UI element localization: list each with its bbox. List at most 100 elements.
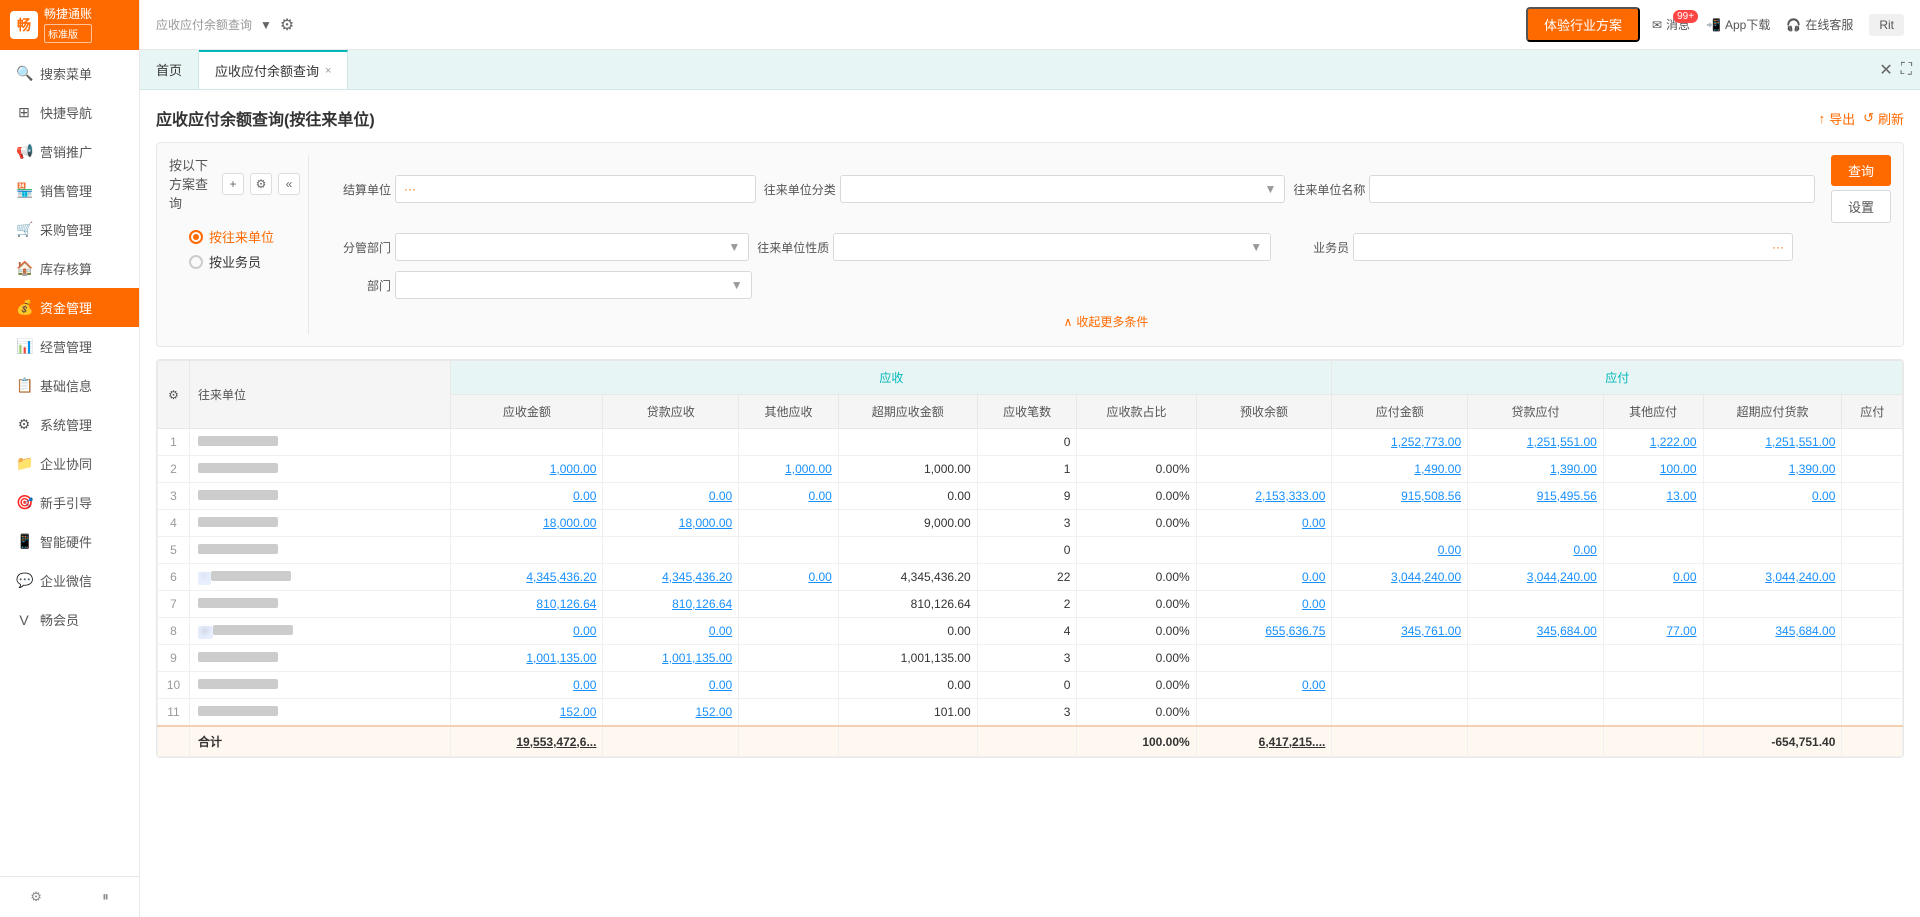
add-scheme-btn[interactable]: + <box>222 173 244 195</box>
table-cell[interactable]: 1,252,773.00 <box>1332 429 1468 456</box>
table-cell[interactable]: 1,001,135.00 <box>451 645 603 672</box>
table-cell[interactable]: 18,000.00 <box>603 510 739 537</box>
collapse-more-btn[interactable]: ∧ 收起更多条件 <box>321 309 1891 334</box>
table-cell[interactable]: 0.00 <box>451 618 603 645</box>
table-cell[interactable]: 0.00 <box>603 483 739 510</box>
footer-ar-total[interactable]: 19,553,472,6... <box>451 726 603 757</box>
scheme-item-salesperson[interactable]: 按业务员 <box>189 249 300 274</box>
message-button[interactable]: ✉ 消息 99+ <box>1652 16 1690 33</box>
table-cell[interactable]: 655,636.75 <box>1196 618 1332 645</box>
refresh-button[interactable]: ↺ 刷新 <box>1863 109 1904 128</box>
table-cell[interactable]: 3,044,240.00 <box>1703 564 1842 591</box>
sidebar-item-search[interactable]: 🔍 搜索菜单 <box>0 54 139 93</box>
header-settings-icon[interactable]: ⚙ <box>280 15 294 35</box>
tab-expand-btn[interactable]: ⛶ <box>1901 61 1912 79</box>
table-cell[interactable]: 1,001,135.00 <box>603 645 739 672</box>
sidebar-item-finance[interactable]: 💰 资金管理 <box>0 288 139 327</box>
table-cell[interactable]: 100.00 <box>1603 456 1703 483</box>
table-cell[interactable]: 0.00 <box>1332 537 1468 564</box>
table-cell[interactable]: 152.00 <box>451 699 603 727</box>
table-cell[interactable]: 0.00 <box>739 483 839 510</box>
table-cell[interactable]: 345,684.00 <box>1468 618 1604 645</box>
footer-prepay[interactable]: 6,417,215.... <box>1196 726 1332 757</box>
table-cell[interactable]: 77.00 <box>1603 618 1703 645</box>
partner-name-input[interactable] <box>1369 175 1815 203</box>
sidebar-item-basic-info[interactable]: 📋 基础信息 <box>0 366 139 405</box>
table-cell[interactable]: 1,390.00 <box>1468 456 1604 483</box>
table-cell[interactable]: 0.00 <box>739 564 839 591</box>
table-cell[interactable]: 3,044,240.00 <box>1468 564 1604 591</box>
table-cell[interactable]: 345,684.00 <box>1703 618 1842 645</box>
sidebar-item-inventory[interactable]: 🏠 库存核算 <box>0 249 139 288</box>
table-cell[interactable]: 1,000.00 <box>739 456 839 483</box>
table-cell[interactable]: 345,761.00 <box>1332 618 1468 645</box>
table-cell[interactable]: 0.00 <box>1196 510 1332 537</box>
table-cell[interactable]: 1,222.00 <box>1603 429 1703 456</box>
table-cell[interactable]: 2,153,333.00 <box>1196 483 1332 510</box>
sidebar-item-hardware[interactable]: 📱 智能硬件 <box>0 522 139 561</box>
partner-category-input[interactable]: ▼ <box>840 175 1286 203</box>
scheme-item-partner[interactable]: 按往来单位 <box>189 224 300 249</box>
sidebar-item-sales[interactable]: 🏪 销售管理 <box>0 171 139 210</box>
table-cell[interactable]: 0.00 <box>451 483 603 510</box>
promo-button[interactable]: 体验行业方案 <box>1526 7 1640 42</box>
settlement-unit-input[interactable]: ··· <box>395 175 756 203</box>
tab-close-window-btn[interactable]: ✕ <box>1879 60 1892 80</box>
collapse-scheme-btn[interactable]: « <box>278 173 300 195</box>
table-cell[interactable]: 0.00 <box>603 618 739 645</box>
table-cell[interactable]: 1,251,551.00 <box>1703 429 1842 456</box>
sidebar-item-wechat[interactable]: 💬 企业微信 <box>0 561 139 600</box>
table-cell <box>1603 510 1703 537</box>
table-cell[interactable]: 4,345,436.20 <box>603 564 739 591</box>
table-cell[interactable]: 0.00 <box>1196 672 1332 699</box>
table-cell[interactable]: 13.00 <box>1603 483 1703 510</box>
sidebar-item-collab[interactable]: 📁 企业协同 <box>0 444 139 483</box>
table-cell[interactable]: 915,495.56 <box>1468 483 1604 510</box>
table-cell <box>1077 429 1196 456</box>
table-cell[interactable]: 4,345,436.20 <box>451 564 603 591</box>
sidebar-item-marketing[interactable]: 📢 营销推广 <box>0 132 139 171</box>
table-cell <box>1468 510 1604 537</box>
tab-close-btn[interactable]: × <box>325 65 331 77</box>
table-cell[interactable]: 0.00 <box>603 672 739 699</box>
table-cell[interactable]: 0.00 <box>1703 483 1842 510</box>
header-dropdown-arrow[interactable]: ▼ <box>260 18 272 32</box>
sidebar-item-guide[interactable]: 🎯 新手引导 <box>0 483 139 522</box>
table-cell[interactable]: 0.00 <box>1468 537 1604 564</box>
tab-home[interactable]: 首页 <box>140 50 199 89</box>
tab-active[interactable]: 应收应付余额查询 × <box>199 50 348 89</box>
edit-scheme-btn[interactable]: ⚙ <box>250 173 272 195</box>
table-cell[interactable]: 1,390.00 <box>1703 456 1842 483</box>
table-cell[interactable]: 3,044,240.00 <box>1332 564 1468 591</box>
sidebar-collapse-btn[interactable]: ⏸ <box>94 885 117 909</box>
user-profile[interactable]: Rit <box>1869 14 1904 36</box>
table-cell[interactable]: 1,000.00 <box>451 456 603 483</box>
sidebar-item-quicknav[interactable]: ⊞ 快捷导航 <box>0 93 139 132</box>
table-cell[interactable]: 810,126.64 <box>603 591 739 618</box>
table-cell[interactable]: 152.00 <box>603 699 739 727</box>
app-download-button[interactable]: 📲 App下载 <box>1706 16 1770 33</box>
table-cell[interactable]: 0.00 <box>1196 591 1332 618</box>
table-cell[interactable]: 915,508.56 <box>1332 483 1468 510</box>
sidebar-item-member[interactable]: V 畅会员 <box>0 600 139 639</box>
salesperson-input[interactable]: ··· <box>1353 233 1793 261</box>
partner-nature-input[interactable]: ▼ <box>833 233 1271 261</box>
table-settings-th[interactable]: ⚙ <box>158 361 190 429</box>
online-service-button[interactable]: 🎧 在线客服 <box>1786 16 1853 33</box>
query-button[interactable]: 查询 <box>1831 155 1891 186</box>
sidebar-settings-btn[interactable]: ⚙ <box>22 885 50 909</box>
dept-manager-input[interactable]: ▼ <box>395 233 749 261</box>
table-cell[interactable]: 0.00 <box>451 672 603 699</box>
table-cell[interactable]: 1,490.00 <box>1332 456 1468 483</box>
settings-button[interactable]: 设置 <box>1831 190 1891 223</box>
table-cell[interactable]: 0.00 <box>1603 564 1703 591</box>
export-button[interactable]: ↑ 导出 <box>1819 109 1856 128</box>
table-cell[interactable]: 1,251,551.00 <box>1468 429 1604 456</box>
dept-input[interactable]: ▼ <box>395 271 752 299</box>
sidebar-item-operations[interactable]: 📊 经营管理 <box>0 327 139 366</box>
table-cell[interactable]: 18,000.00 <box>451 510 603 537</box>
table-cell[interactable]: 0.00 <box>1196 564 1332 591</box>
sidebar-item-purchase[interactable]: 🛒 采购管理 <box>0 210 139 249</box>
table-cell[interactable]: 810,126.64 <box>451 591 603 618</box>
sidebar-item-system[interactable]: ⚙ 系统管理 <box>0 405 139 444</box>
